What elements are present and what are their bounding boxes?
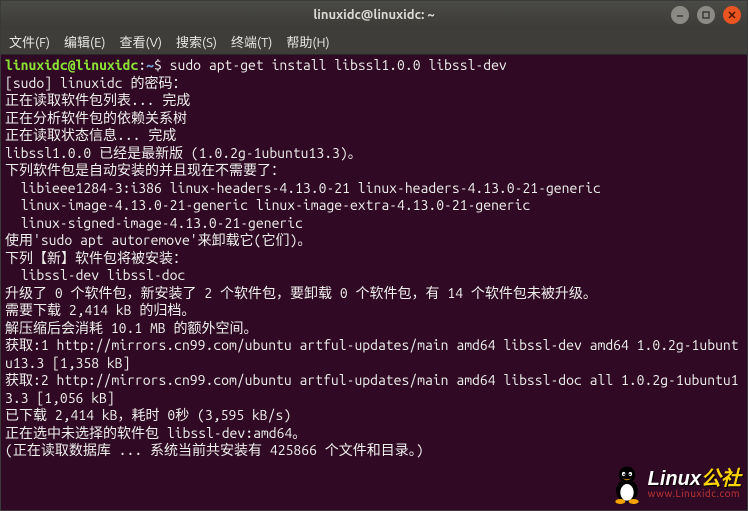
- output-line: (正在读取数据库 ... 系统当前共安装有 425866 个文件和目录。): [5, 442, 743, 460]
- prompt-user: linuxidc@linuxidc: [5, 57, 138, 73]
- output-line: 获取:2 http://mirrors.cn99.com/ubuntu artf…: [5, 372, 743, 407]
- minimize-icon: [675, 10, 685, 20]
- output-line: 解压缩后会消耗 10.1 MB 的额外空间。: [5, 320, 743, 338]
- close-button[interactable]: [723, 6, 741, 24]
- output-line: 正在分析软件包的依赖关系树: [5, 110, 743, 128]
- minimize-button[interactable]: [671, 6, 689, 24]
- window-title: linuxidc@linuxidc: ~: [1, 8, 747, 22]
- menu-view[interactable]: 查看(V): [120, 32, 162, 51]
- menu-file[interactable]: 文件(F): [9, 32, 50, 51]
- menu-help[interactable]: 帮助(H): [286, 32, 329, 51]
- terminal-window: linuxidc@linuxidc: ~ 文件(F) 编辑(E) 查看(V) 搜…: [0, 0, 748, 511]
- menu-terminal[interactable]: 终端(T): [231, 32, 272, 51]
- prompt-line: linuxidc@linuxidc:~$ sudo apt-get instal…: [5, 57, 743, 75]
- typed-command: sudo apt-get install libssl1.0.0 libssl-…: [170, 57, 507, 73]
- output-line: [sudo] linuxidc 的密码：: [5, 75, 743, 93]
- menu-search[interactable]: 搜索(S): [176, 32, 217, 51]
- titlebar[interactable]: linuxidc@linuxidc: ~: [1, 1, 747, 29]
- output-line: 正在读取状态信息... 完成: [5, 127, 743, 145]
- output-line: libssl-dev libssl-doc: [5, 267, 743, 285]
- prompt-path: ~: [146, 57, 154, 73]
- maximize-button[interactable]: [697, 6, 715, 24]
- output-line: 使用'sudo apt autoremove'来卸载它(它们)。: [5, 232, 743, 250]
- output-line: 需要下载 2,414 kB 的归档。: [5, 302, 743, 320]
- prompt-sep2: $: [154, 57, 170, 73]
- menubar: 文件(F) 编辑(E) 查看(V) 搜索(S) 终端(T) 帮助(H): [1, 29, 747, 55]
- output-line: 正在选中未选择的软件包 libssl-dev:amd64。: [5, 425, 743, 443]
- output-line: 下列软件包是自动安装的并且现在不需要了：: [5, 162, 743, 180]
- prompt-sep: :: [138, 57, 146, 73]
- output-line: linux-image-4.13.0-21-generic linux-imag…: [5, 197, 743, 215]
- output-line: libieee1284-3:i386 linux-headers-4.13.0-…: [5, 180, 743, 198]
- output-line: linux-signed-image-4.13.0-21-generic: [5, 215, 743, 233]
- output-line: libssl1.0.0 已经是最新版 (1.0.2g-1ubuntu13.3)。: [5, 145, 743, 163]
- maximize-icon: [701, 10, 711, 20]
- output-line: 已下载 2,414 kB，耗时 0秒 (3,595 kB/s): [5, 407, 743, 425]
- output-line: 下列【新】软件包将被安装：: [5, 250, 743, 268]
- output-line: 升级了 0 个软件包，新安装了 2 个软件包，要卸载 0 个软件包，有 14 个…: [5, 285, 743, 303]
- window-controls: [671, 6, 741, 24]
- output-line: 获取:1 http://mirrors.cn99.com/ubuntu artf…: [5, 337, 743, 372]
- close-icon: [727, 10, 737, 20]
- menu-edit[interactable]: 编辑(E): [64, 32, 105, 51]
- output-line: 正在读取软件包列表... 完成: [5, 92, 743, 110]
- terminal-output[interactable]: linuxidc@linuxidc:~$ sudo apt-get instal…: [1, 55, 747, 510]
